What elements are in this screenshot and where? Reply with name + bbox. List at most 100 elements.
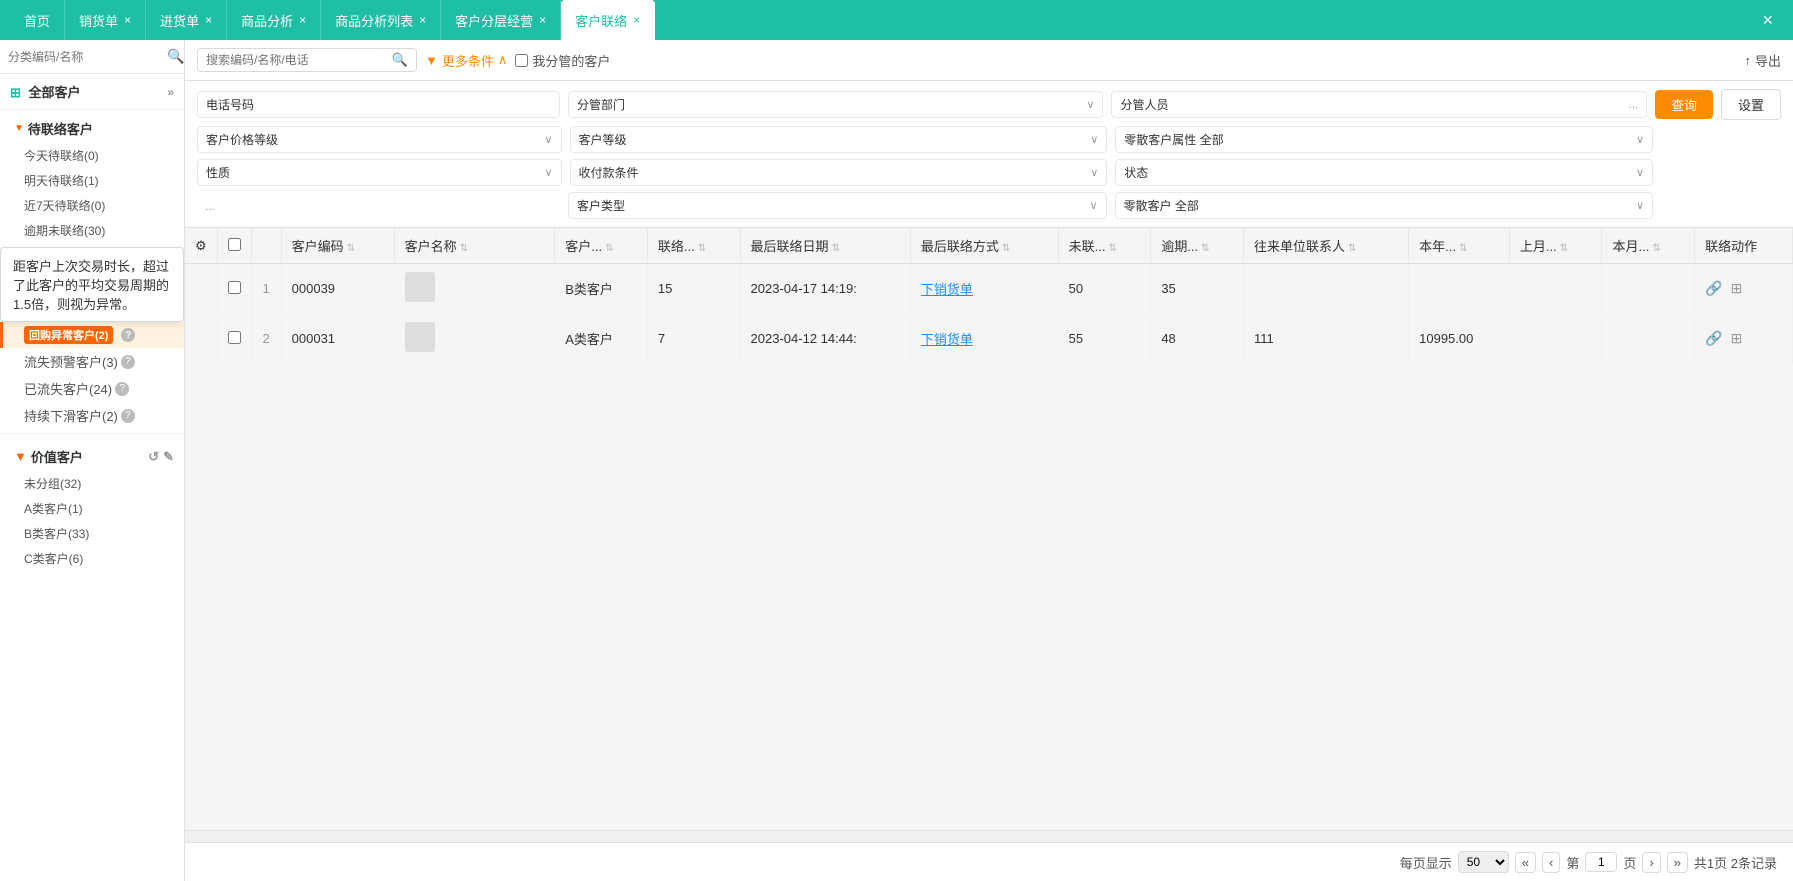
sidebar-item-tomorrow[interactable]: 明天待联络(1)	[0, 168, 184, 193]
sidebar-item-class-b[interactable]: B类客户(33)	[0, 521, 184, 546]
first-page-button[interactable]: «	[1515, 852, 1536, 873]
per-page-select[interactable]: 20 50 100	[1458, 851, 1509, 873]
filter-payment[interactable]: 收付款条件 ∨	[570, 159, 1108, 186]
close-icon[interactable]: ×	[539, 13, 546, 27]
close-icon[interactable]: ×	[205, 13, 212, 27]
filter-price-level[interactable]: 客户价格等级 ∨	[197, 126, 562, 153]
sidebar-item-overdue[interactable]: 逾期未联络(30)	[0, 218, 184, 243]
close-icon[interactable]: ×	[299, 13, 306, 27]
sidebar-item-repurchase-abnormal[interactable]: 回购异常客户(2) ?	[0, 322, 184, 348]
filter-retail-attr[interactable]: 零散客户属性 全部 ∨	[1115, 126, 1653, 153]
col-action: 联络动作	[1695, 228, 1793, 264]
search-input[interactable]	[206, 53, 388, 67]
setting-button[interactable]: 设置	[1721, 89, 1781, 120]
nav-tab-customer-segment[interactable]: 客户分层经营 ×	[441, 0, 561, 40]
select-all-checkbox[interactable]	[228, 238, 241, 251]
sidebar-all-customers[interactable]: ⊞ 全部客户 »	[0, 74, 184, 110]
filter-more-button[interactable]: ▼ 更多条件 ∧	[425, 51, 507, 70]
row-checkbox[interactable]	[228, 331, 241, 344]
search-icon[interactable]: 🔍	[392, 52, 408, 68]
table-scroll-container[interactable]: ⚙ 客户编码⇅ 客户名称⇅ 客户...⇅ 联络...⇅ 最后联络日期⇅ 最后联络…	[185, 228, 1793, 830]
action-icon-grid[interactable]: ⊞	[1731, 330, 1743, 347]
filter-retail-customer[interactable]: 零散客户 全部 ∨	[1115, 192, 1654, 219]
sidebar-item-churn-warning[interactable]: 流失预警客户(3) ?	[0, 348, 184, 375]
filter-gender-label: 性质	[206, 164, 230, 181]
prev-page-button[interactable]: ‹	[1542, 852, 1560, 873]
filter-phone[interactable]: 电话号码	[197, 91, 560, 118]
close-icon[interactable]: ×	[124, 13, 131, 27]
col-check[interactable]	[217, 228, 251, 264]
sidebar-item-class-c[interactable]: C类客户(6)	[0, 546, 184, 571]
sidebar-item-class-a[interactable]: A类客户(1)	[0, 496, 184, 521]
close-icon[interactable]: ×	[419, 13, 426, 27]
sidebar-item-today[interactable]: 今天待联络(0)	[0, 143, 184, 168]
col-contact-count[interactable]: 联络...⇅	[647, 228, 740, 264]
action-icon-link[interactable]: 🔗	[1705, 280, 1722, 297]
sidebar-group-title-pending[interactable]: ▼ 待联络客户	[0, 114, 184, 143]
nav-tab-sales[interactable]: 销货单 ×	[65, 0, 146, 40]
col-last-month[interactable]: 上月...⇅	[1509, 228, 1602, 264]
window-close-button[interactable]: ×	[1752, 10, 1783, 31]
action-icons: 🔗 ⊞	[1705, 330, 1782, 347]
customer-name-image	[405, 272, 435, 302]
sidebar-value-title[interactable]: ▼ 价值客户 ↺ ✎	[0, 442, 184, 471]
col-name[interactable]: 客户名称⇅	[394, 228, 555, 264]
col-this-month[interactable]: 本月...⇅	[1602, 228, 1695, 264]
export-button[interactable]: ↑ 导出	[1744, 51, 1781, 70]
sidebar-search-input[interactable]	[8, 50, 163, 64]
col-contact-person[interactable]: 往来单位联系人⇅	[1243, 228, 1408, 264]
nav-tab-product-analysis[interactable]: 商品分析 ×	[227, 0, 321, 40]
chevron-down-icon: ∨	[1086, 98, 1094, 111]
filter-type-label: 客户类型	[577, 197, 625, 214]
sidebar-item-declining[interactable]: 持续下滑客户(2) ?	[0, 402, 184, 429]
nav-tab-customer-contact[interactable]: 客户联络 ×	[561, 0, 655, 40]
toolbar: 🔍 ▼ 更多条件 ∧ 我分管的客户 ↑ 导出	[185, 40, 1793, 81]
row-checkbox[interactable]	[228, 281, 241, 294]
col-unlink-days[interactable]: 未联...⇅	[1058, 228, 1151, 264]
last-page-button[interactable]: »	[1667, 852, 1688, 873]
action-icon-grid[interactable]: ⊞	[1731, 280, 1743, 297]
chevron-down-icon: ∨	[544, 166, 552, 179]
refresh-icon[interactable]: ↺	[148, 449, 159, 465]
sales-order-link[interactable]: 下销货单	[921, 282, 973, 297]
col-last-date[interactable]: 最后联络日期⇅	[740, 228, 910, 264]
chevron-down-icon: ∨	[544, 133, 552, 146]
filter-dept[interactable]: 分管部门 ∨	[568, 91, 1103, 118]
export-icon: ↑	[1744, 53, 1751, 68]
search-icon[interactable]: 🔍	[167, 48, 184, 65]
nav-tab-purchase[interactable]: 进货单 ×	[146, 0, 227, 40]
sales-order-link[interactable]: 下销货单	[921, 332, 973, 347]
col-last-method[interactable]: 最后联络方式⇅	[910, 228, 1058, 264]
col-code[interactable]: 客户编码⇅	[281, 228, 394, 264]
sidebar-item-ungrouped[interactable]: 未分组(32)	[0, 471, 184, 496]
chevron-down-icon: ∨	[1636, 199, 1644, 212]
nav-tab-product-list[interactable]: 商品分析列表 ×	[321, 0, 441, 40]
col-overdue[interactable]: 逾期...⇅	[1151, 228, 1244, 264]
col-type[interactable]: 客户...⇅	[555, 228, 648, 264]
help-icon[interactable]: ?	[121, 409, 135, 423]
col-settings[interactable]: ⚙	[185, 228, 217, 264]
help-icon[interactable]: ?	[115, 382, 129, 396]
page-input[interactable]	[1585, 852, 1617, 872]
sidebar-item-7days[interactable]: 近7天待联络(0)	[0, 193, 184, 218]
collapse-icon[interactable]: »	[167, 85, 174, 99]
my-customer-checkbox-label[interactable]: 我分管的客户	[515, 51, 610, 70]
filter-customer-level[interactable]: 客户等级 ∨	[570, 126, 1108, 153]
col-year-amount[interactable]: 本年...⇅	[1409, 228, 1510, 264]
nav-tab-home[interactable]: 首页	[10, 0, 65, 40]
my-customer-checkbox[interactable]	[515, 54, 528, 67]
action-icon-link[interactable]: 🔗	[1705, 330, 1722, 347]
help-icon[interactable]: ?	[121, 355, 135, 369]
filter-status[interactable]: 状态 ∨	[1115, 159, 1653, 186]
sidebar-item-churned[interactable]: 已流失客户(24) ?	[0, 375, 184, 402]
next-page-button[interactable]: ›	[1642, 852, 1660, 873]
help-icon[interactable]: ?	[121, 328, 135, 342]
horizontal-scrollbar[interactable]	[185, 830, 1793, 842]
query-button[interactable]: 查询	[1655, 90, 1713, 119]
filter-manager[interactable]: 分管人员 ...	[1111, 91, 1646, 118]
filter-customer-type[interactable]: 客户类型 ∨	[568, 192, 1107, 219]
filter-more[interactable]: ...	[197, 195, 560, 217]
filter-gender[interactable]: 性质 ∨	[197, 159, 562, 186]
edit-icon[interactable]: ✎	[163, 449, 174, 465]
close-icon[interactable]: ×	[633, 13, 640, 27]
